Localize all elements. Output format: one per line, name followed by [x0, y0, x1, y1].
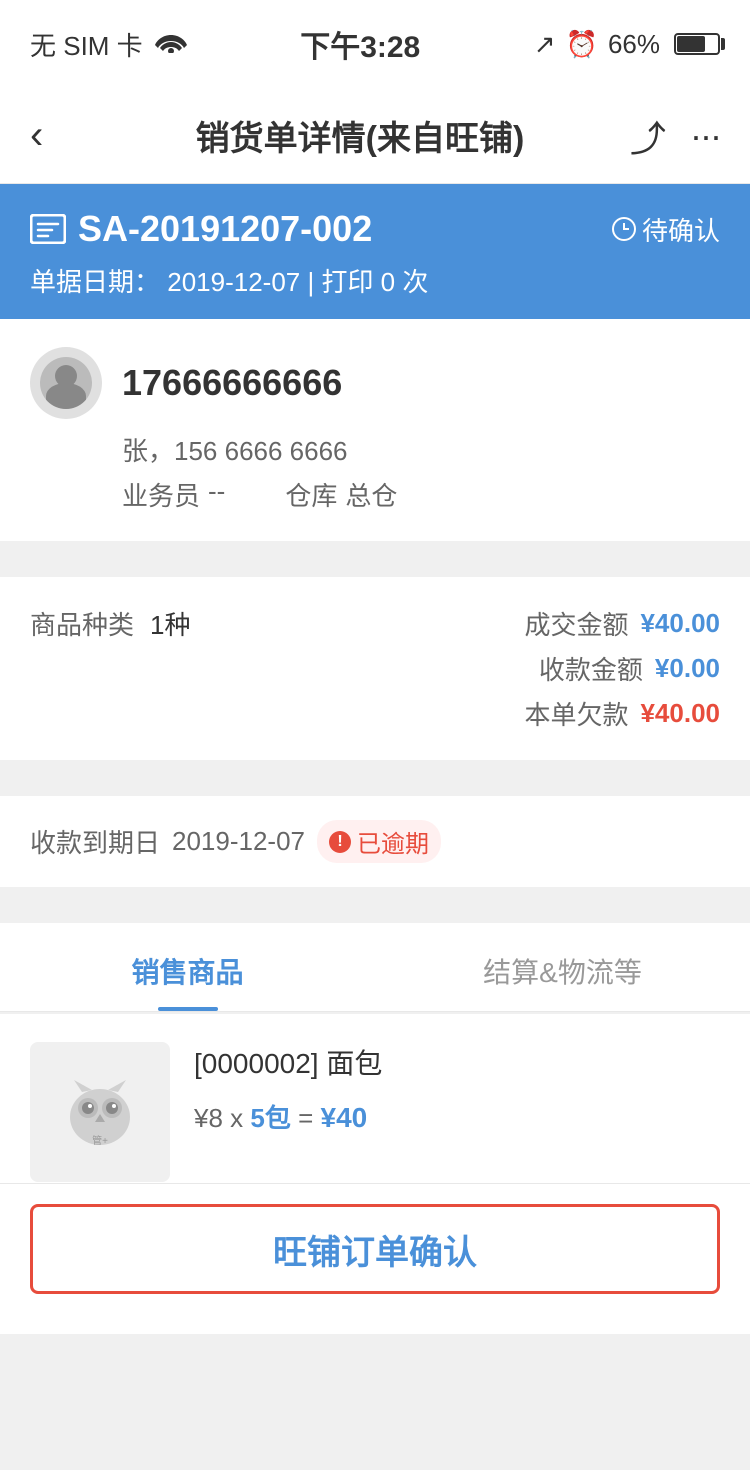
sales-info: 业务员 --: [122, 476, 225, 513]
status-bar: 无 SIM 卡 下午3:28 ↗ ⏰ 66%: [0, 0, 750, 88]
divider-2: [0, 778, 750, 796]
order-id-text: SA-20191207-002: [78, 208, 372, 250]
amount-value: ¥40.00: [640, 608, 720, 639]
debt-value: ¥40.00: [640, 698, 720, 729]
tab-settlement-label: 结算&物流等: [483, 957, 642, 988]
customer-extra: 业务员 -- 仓库 总仓: [122, 476, 720, 513]
product-name: [0000002] 面包: [194, 1042, 720, 1082]
order-id-row: SA-20191207-002 待确认: [30, 208, 720, 250]
status-left: 无 SIM 卡: [30, 26, 187, 63]
order-date-label: 单据日期：: [30, 267, 160, 297]
overdue-text: 已逾期: [357, 824, 429, 859]
order-header: SA-20191207-002 待确认 单据日期： 2019-12-07 | 打…: [0, 184, 750, 319]
nav-actions: ⤴ ···: [630, 110, 720, 162]
order-status: 待确认: [612, 211, 720, 248]
warehouse-info: 仓库 总仓: [285, 476, 397, 513]
customer-row: 17666666666: [30, 347, 720, 419]
sales-label: 业务员: [122, 476, 200, 513]
received-row: 收款金额 ¥0.00: [539, 650, 720, 687]
product-equals: =: [298, 1103, 320, 1133]
customer-phone: 17666666666: [122, 362, 342, 404]
carrier-text: 无 SIM 卡: [30, 26, 143, 63]
product-title: 面包: [326, 1048, 382, 1079]
due-date-value: 2019-12-07: [172, 826, 305, 857]
status-right: ↗ ⏰ 66%: [534, 29, 720, 60]
customer-section: 17666666666 张，156 6666 6666 业务员 -- 仓库 总仓: [0, 319, 750, 541]
alarm-icon: ⏰: [566, 29, 598, 60]
confirm-order-button[interactable]: 旺铺订单确认: [30, 1204, 720, 1294]
status-time: 下午3:28: [300, 22, 420, 66]
product-qty: 5包: [250, 1103, 290, 1133]
battery-text: 66%: [608, 29, 660, 60]
product-info: [0000002] 面包 ¥8 x 5包 = ¥40: [194, 1042, 720, 1135]
stats-section: 商品种类 1种 成交金额 ¥40.00 收款金额 ¥0.00 本单欠款 ¥40.…: [0, 577, 750, 760]
warning-icon: !: [329, 831, 351, 853]
product-type-label: 商品种类: [30, 605, 134, 642]
tab-settlement[interactable]: 结算&物流等: [375, 923, 750, 1011]
back-button[interactable]: ‹: [30, 113, 90, 158]
avatar: [30, 347, 102, 419]
product-type-info: 商品种类 1种: [30, 605, 190, 642]
divider-1: [0, 559, 750, 577]
clock-icon: [612, 217, 636, 241]
order-id: SA-20191207-002: [30, 208, 372, 250]
product-price-row: ¥8 x 5包 = ¥40: [194, 1098, 720, 1135]
received-value: ¥0.00: [655, 653, 720, 684]
customer-name: 张，156 6666 6666: [122, 431, 720, 468]
order-print-info: | 打印 0 次: [307, 267, 428, 297]
order-date-row: 单据日期： 2019-12-07 | 打印 0 次: [30, 262, 720, 299]
order-icon: [30, 214, 66, 244]
order-date-value: 2019-12-07: [167, 267, 300, 297]
wifi-icon: [155, 29, 187, 60]
sales-value: --: [208, 476, 225, 513]
product-section: 管+ [0000002] 面包 ¥8 x 5包 = ¥40: [0, 1014, 750, 1210]
product-unit-price: ¥8 x: [194, 1103, 250, 1133]
due-section: 收款到期日 2019-12-07 ! 已逾期: [0, 796, 750, 887]
divider-3: [0, 905, 750, 923]
warehouse-label: 仓库: [285, 476, 337, 513]
debt-row: 本单欠款 ¥40.00: [524, 695, 720, 732]
debt-label: 本单欠款: [524, 695, 628, 732]
amount-label: 成交金额: [524, 605, 628, 642]
share-button[interactable]: ⤴: [630, 110, 666, 162]
svg-text:管+: 管+: [92, 1134, 108, 1147]
received-label: 收款金额: [539, 650, 643, 687]
financial-stats: 成交金额 ¥40.00 收款金额 ¥0.00 本单欠款 ¥40.00: [524, 605, 720, 732]
tab-sales-label: 销售商品: [131, 957, 243, 988]
bottom-bar: 旺铺订单确认: [0, 1183, 750, 1334]
confirm-button-label: 旺铺订单确认: [273, 1225, 477, 1274]
due-date-label: 收款到期日: [30, 823, 160, 860]
order-status-text: 待确认: [642, 211, 720, 248]
page-title: 销货单详情(来自旺铺): [196, 111, 525, 160]
warehouse-value: 总仓: [345, 476, 397, 513]
product-thumbnail: 管+: [30, 1042, 170, 1182]
product-total: ¥40: [321, 1102, 368, 1133]
tab-sales-products[interactable]: 销售商品: [0, 923, 375, 1011]
amount-row: 成交金额 ¥40.00: [524, 605, 720, 642]
battery-icon: [674, 33, 720, 55]
location-icon: ↗: [534, 29, 556, 60]
nav-bar: ‹ 销货单详情(来自旺铺) ⤴ ···: [0, 88, 750, 184]
overdue-badge: ! 已逾期: [317, 820, 441, 863]
product-logo-svg: 管+: [50, 1072, 150, 1152]
product-type-value: 1种: [150, 605, 190, 642]
product-code: [0000002]: [194, 1048, 319, 1079]
tabs-section: 销售商品 结算&物流等: [0, 923, 750, 1012]
more-button[interactable]: ···: [690, 115, 720, 157]
